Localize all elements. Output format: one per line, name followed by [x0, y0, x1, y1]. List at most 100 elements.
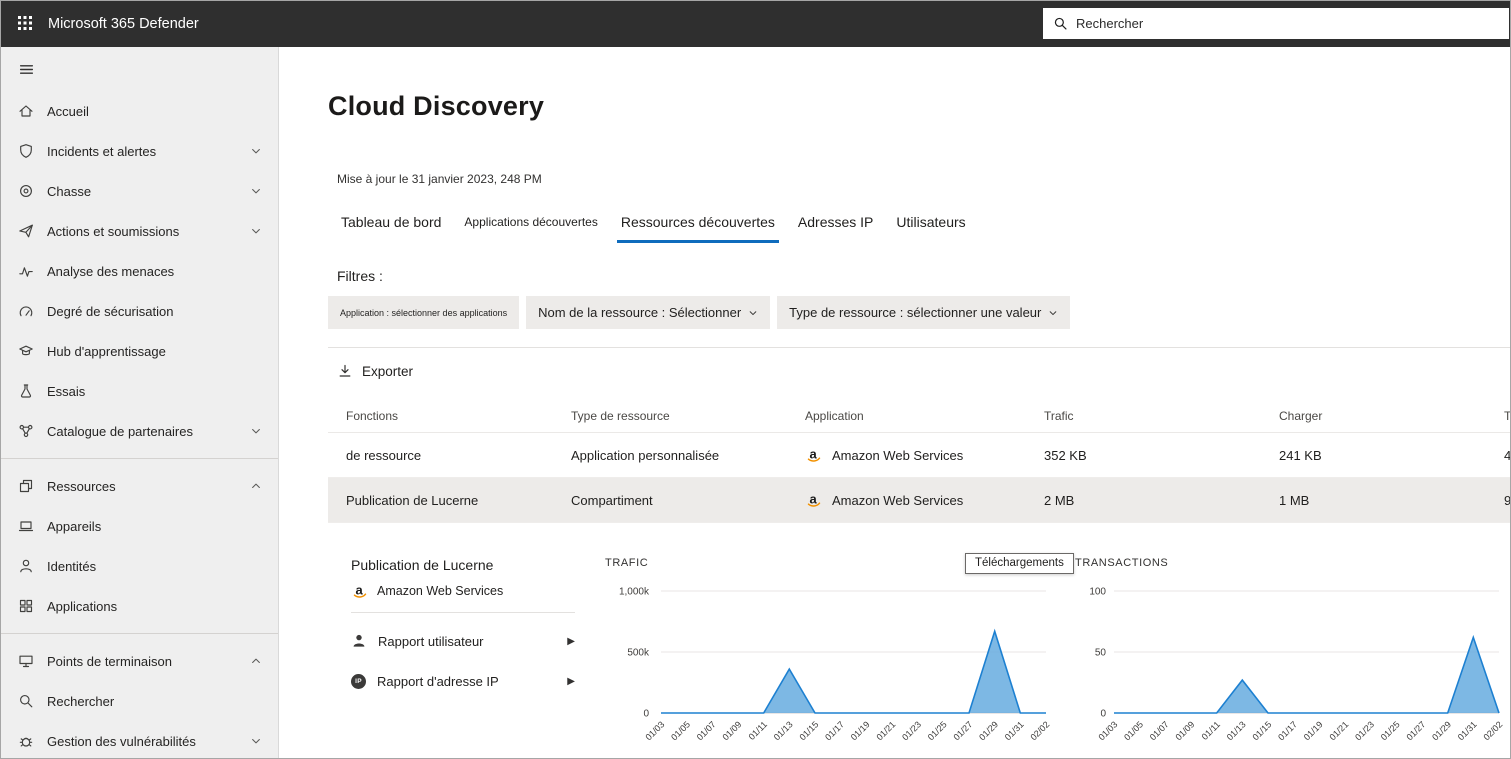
- shield-icon: [18, 143, 34, 159]
- sidebar-item-hub-d-apprentissage[interactable]: Hub d'apprentissage: [1, 331, 278, 371]
- sidebar-item-label: Appareils: [47, 518, 102, 534]
- table-row[interactable]: Publication de Lucerne Compartiment a Amazo…: [328, 478, 1510, 523]
- grid-icon: [18, 598, 34, 614]
- svg-text:01/03: 01/03: [1096, 719, 1119, 742]
- column-header-fonctions[interactable]: Fonctions: [328, 409, 571, 423]
- chevron-right-icon: ▶: [567, 635, 575, 647]
- sidebar-item-label: Hub d'apprentissage: [47, 343, 166, 359]
- app-launcher-button[interactable]: [1, 1, 48, 47]
- sidebar-item-label: Rechercher: [47, 693, 115, 709]
- chevron-down-icon: [250, 735, 262, 747]
- tab-tableau-de-bord[interactable]: Tableau de bord: [337, 210, 445, 243]
- sidebar-item-label: Analyse des menaces: [47, 263, 175, 279]
- svg-text:01/29: 01/29: [977, 719, 1000, 742]
- detail-panel: Publication de Lucerne a Amazon Web Serv…: [351, 543, 575, 701]
- network-icon: [18, 423, 34, 439]
- sidebar-item-appareils[interactable]: Appareils: [1, 506, 278, 546]
- svg-text:01/25: 01/25: [1379, 719, 1402, 742]
- svg-text:01/13: 01/13: [1225, 719, 1248, 742]
- trafic-chart-plot: 0 500k 1,000k 01/03 01/05 01/07 01/09 01/11 01/1…: [591, 581, 1061, 753]
- person-icon: [351, 633, 367, 649]
- column-header-charger[interactable]: Charger: [1279, 409, 1504, 423]
- amazon-icon: a: [805, 491, 823, 509]
- sidebar-item-label: Catalogue de partenaires: [47, 423, 193, 439]
- sidebar-item-chasse[interactable]: Chasse: [1, 171, 278, 211]
- cell-charger: 241 KB: [1279, 447, 1322, 463]
- tab-ressources-decouvertes[interactable]: Ressources découvertes: [616, 210, 779, 243]
- chevron-up-icon: [250, 655, 262, 667]
- waffle-icon: [17, 15, 33, 34]
- home-icon: [18, 103, 34, 119]
- sidebar-item-label: Actions et soumissions: [47, 223, 180, 239]
- chevron-down-icon: [748, 308, 758, 318]
- resource-name: Publication de Lucerne: [351, 557, 494, 573]
- svg-text:500k: 500k: [627, 648, 650, 659]
- report-link-rapport-utilisateur[interactable]: Rapport utilisateur ▶: [351, 621, 575, 661]
- sidebar-divider: [1, 458, 278, 459]
- filter-chip-0[interactable]: Application : sélectionner des applicati…: [328, 296, 520, 329]
- trafic-plot-svg: 0500k1,000k01/03 01/05 01/07 01/09 01/11 01/1…: [619, 587, 1051, 743]
- transactions-chart-title: TRANSACTIONS: [1075, 557, 1169, 569]
- svg-text:01/11: 01/11: [1200, 719, 1223, 742]
- sidebar-item-label: Essais: [47, 383, 86, 399]
- svg-text:01/11: 01/11: [747, 719, 770, 742]
- sidebar-item-identites[interactable]: Identités: [1, 546, 278, 586]
- sidebar-divider: [1, 633, 278, 634]
- export-label: Exporter: [362, 363, 414, 379]
- filter-chip-1[interactable]: Nom de la ressource : Sélectionner: [526, 296, 771, 329]
- trafic-chart: TRAFIC Téléchargements 0 500k 1,000k 01/03 0…: [591, 543, 1074, 753]
- sidebar-item-essais[interactable]: Essais: [1, 371, 278, 411]
- sidebar-item-incidents-et-alertes[interactable]: Incidents et alertes: [1, 131, 278, 171]
- column-header-trafic[interactable]: Trafic: [1044, 409, 1279, 423]
- report-link-rapport-d-adresse-ip[interactable]: IP Rapport d'adresse IP ▶: [351, 661, 575, 701]
- laptop-icon: [18, 518, 34, 534]
- tab-adresses-ip[interactable]: Adresses IP: [794, 210, 877, 243]
- svg-text:01/03: 01/03: [643, 719, 666, 742]
- sidebar-item-label: Degré de sécurisation: [47, 303, 174, 319]
- sidebar-item-rechercher[interactable]: Rechercher: [1, 681, 278, 721]
- svg-text:01/19: 01/19: [1302, 719, 1325, 742]
- sidebar-item-label: Accueil: [47, 103, 89, 119]
- sidebar-item-ressources[interactable]: Ressources: [1, 466, 278, 506]
- sidebar-item-label: Points de terminaison: [47, 653, 173, 669]
- filter-bar: Application : sélectionner des applicati…: [328, 296, 1071, 329]
- sidebar-item-catalogue-de-partenaires[interactable]: Catalogue de partenaires: [1, 411, 278, 451]
- cell-application: a Amazon Web Services: [805, 491, 1044, 509]
- sidebar-item-accueil[interactable]: Accueil: [1, 91, 278, 131]
- sidebar-collapse-button[interactable]: [1, 47, 35, 91]
- tab-bar: Tableau de bord Applications découvertes R…: [337, 210, 970, 243]
- table-row[interactable]: de ressource Application personnalisée a Am…: [328, 433, 1510, 478]
- sidebar-item-degre-de-securisation[interactable]: Degré de sécurisation: [1, 291, 278, 331]
- cell-application: a Amazon Web Services: [805, 446, 1044, 464]
- sidebar-item-applications[interactable]: Applications: [1, 586, 278, 626]
- sidebar: Accueil Incidents et alertes Chasse Actions…: [1, 47, 279, 758]
- export-button[interactable]: Exporter: [337, 363, 413, 379]
- resources-icon: [18, 478, 34, 494]
- svg-text:01/15: 01/15: [1250, 719, 1273, 742]
- search-input[interactable]: [1076, 16, 1499, 31]
- sidebar-item-label: Chasse: [47, 183, 92, 199]
- sidebar-item-actions-et-soumissions[interactable]: Actions et soumissions: [1, 211, 278, 251]
- column-header-type-de-ressource[interactable]: Type de ressource: [571, 409, 805, 423]
- tab-applications-decouvertes[interactable]: Applications découvertes: [460, 211, 601, 243]
- cell-fonctions: de ressource: [346, 447, 422, 463]
- svg-text:01/31: 01/31: [1003, 719, 1026, 742]
- ip-icon: IP: [351, 673, 366, 689]
- cell-fonctions: Publication de Lucerne: [346, 492, 479, 508]
- transactions-chart: TRANSACTIONS 0 50 100 01/03 01/05 01/07 01/09 0…: [1061, 543, 1510, 753]
- person-icon: [18, 558, 34, 574]
- svg-text:01/21: 01/21: [1327, 719, 1350, 742]
- beaker-icon: [18, 383, 34, 399]
- sidebar-item-analyse-des-menaces[interactable]: Analyse des menaces: [1, 251, 278, 291]
- sidebar-item-points-de-terminaison[interactable]: Points de terminaison: [1, 641, 278, 681]
- column-header-t[interactable]: T: [1504, 409, 1510, 423]
- gauge-icon: [18, 303, 34, 319]
- chevron-down-icon: [1048, 308, 1058, 318]
- filter-chip-2[interactable]: Type de ressource : sélectionner une val…: [777, 296, 1071, 329]
- download-icon: [337, 363, 353, 379]
- tab-utilisateurs[interactable]: Utilisateurs: [892, 210, 969, 243]
- column-header-application[interactable]: Application: [805, 409, 1044, 423]
- transactions-chart-plot: 0 50 100 01/03 01/05 01/07 01/09 01/11 01/13 01/1…: [1061, 581, 1510, 753]
- global-search[interactable]: [1043, 8, 1509, 39]
- sidebar-item-gestion-des-vulnerabilites[interactable]: Gestion des vulnérabilités: [1, 721, 278, 758]
